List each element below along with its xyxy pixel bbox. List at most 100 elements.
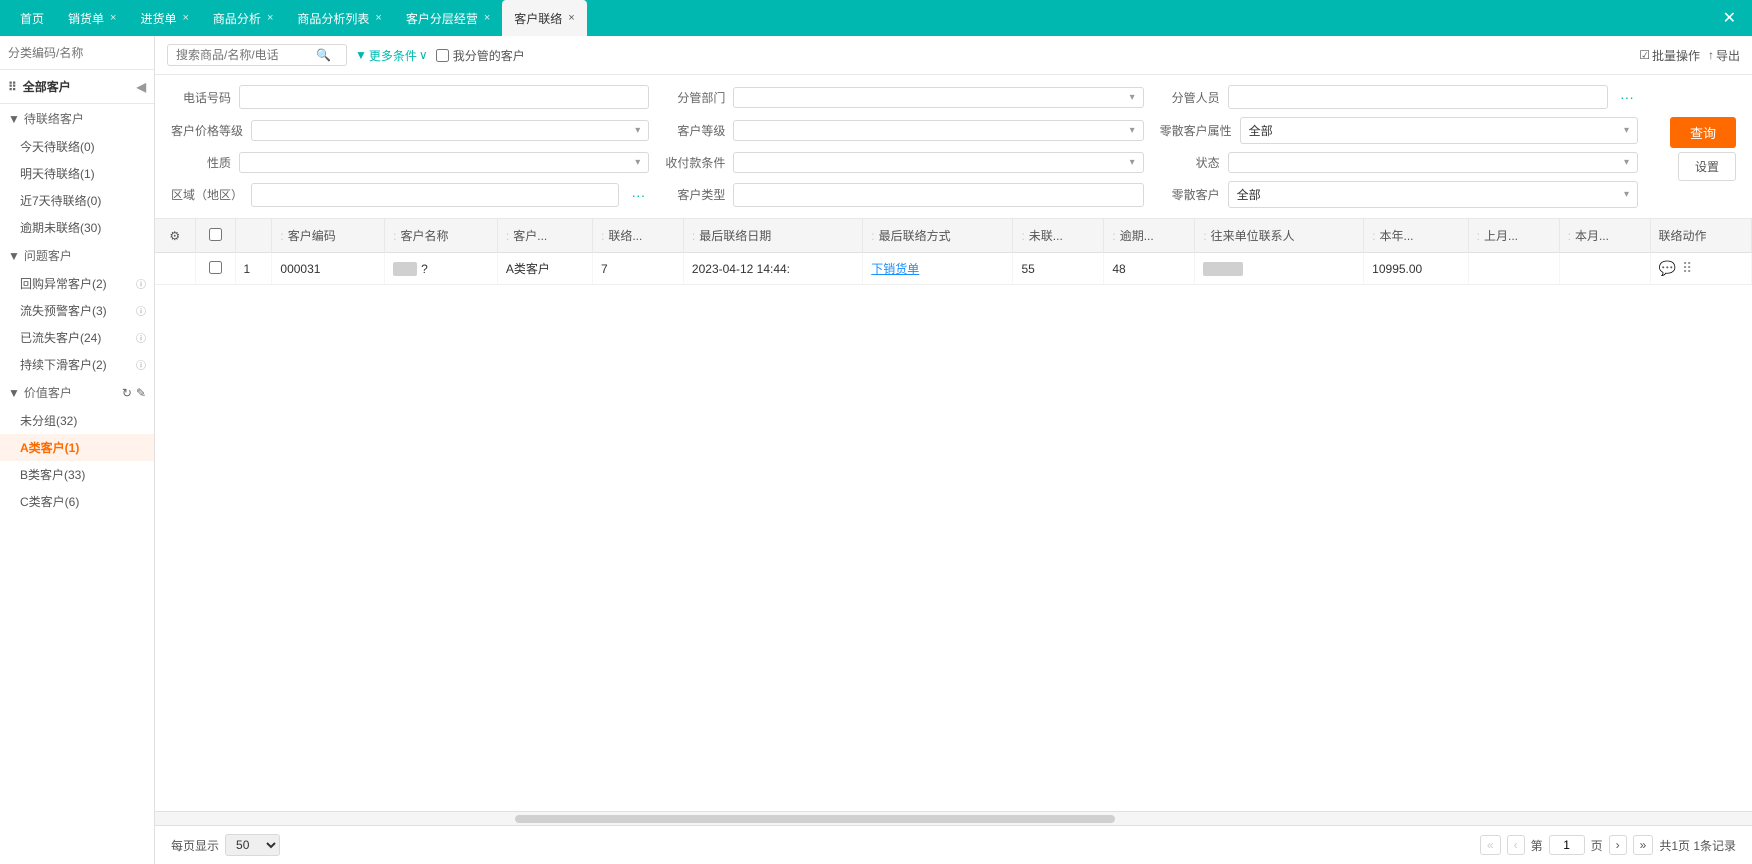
scatter-attr-select[interactable]: 全部 ▾	[1240, 117, 1638, 144]
grid-icon: ⠿	[8, 80, 17, 94]
my-customer-checkbox[interactable]	[436, 49, 449, 62]
sidebar-item-declining[interactable]: 持续下滑客户(2) ⓘ	[0, 351, 154, 378]
sidebar: 🔍 ⠿ 全部客户 ◀ ▼ 待联络客户 今天待联络(0) 明天待联络(1) 近7天…	[0, 36, 155, 864]
last-page-btn[interactable]: »	[1633, 835, 1654, 855]
filter-bar: 🔍 ▼ 更多条件 ∨ 我分管的客户 ☑ 批量操作 ↑ 导出	[155, 36, 1752, 75]
close-customer-contact-tab[interactable]: ×	[568, 12, 574, 24]
person-more-btn[interactable]: ···	[1616, 89, 1638, 105]
sidebar-group-value[interactable]: ▼ 价值客户 ↻ ✎	[0, 378, 154, 407]
sidebar-item-churn-warning[interactable]: 流失预警客户(3) ⓘ	[0, 297, 154, 324]
customer-level-label: 客户等级	[665, 122, 725, 139]
customer-level-select[interactable]: ▾	[733, 120, 1143, 141]
prev-page-btn[interactable]: ‹	[1507, 835, 1525, 855]
filter-cell-scatter-attr: 零散客户属性 全部 ▾	[1160, 117, 1654, 144]
phone-input[interactable]	[239, 85, 649, 109]
sidebar-search-input[interactable]	[8, 46, 155, 60]
filter-cell-nature: 性质 ▾	[171, 152, 665, 173]
sidebar-item-today[interactable]: 今天待联络(0)	[0, 133, 154, 160]
scatter-select[interactable]: 全部 ▾	[1228, 181, 1638, 208]
chat-icon[interactable]: 💬	[1659, 260, 1676, 277]
td-unit-contact	[1195, 253, 1364, 285]
status-select[interactable]: ▾	[1228, 152, 1638, 173]
person-input[interactable]	[1228, 85, 1608, 109]
filter-cell-scatter: 零散客户 全部 ▾	[1160, 181, 1654, 208]
qr-icon[interactable]: ⠿	[1682, 260, 1692, 277]
main-layout: 🔍 ⠿ 全部客户 ◀ ▼ 待联络客户 今天待联络(0) 明天待联络(1) 近7天…	[0, 36, 1752, 864]
main-search-box: 🔍	[167, 44, 347, 66]
refresh-icon[interactable]: ↻	[122, 386, 132, 400]
filter-icon: ▼	[355, 48, 367, 62]
sidebar-item-churned[interactable]: 已流失客户(24) ⓘ	[0, 324, 154, 351]
dept-select[interactable]: ▾	[733, 87, 1143, 108]
sidebar-item-overdue[interactable]: 逾期未联络(30)	[0, 214, 154, 241]
sidebar-item-repurchase-anomaly[interactable]: 回购异常客户(2) ⓘ	[0, 270, 154, 297]
filter-cell-price-level: 客户价格等级 ▾	[171, 120, 665, 141]
arrow-down-icon-3: ▼	[8, 386, 20, 400]
row-action-icons: 💬 ⠿	[1659, 260, 1743, 277]
sidebar-item-c-class[interactable]: C类客户(6)	[0, 488, 154, 515]
page-size-select[interactable]: 50 100 200	[225, 834, 280, 856]
payment-arrow: ▾	[1130, 157, 1135, 168]
status-label: 状态	[1160, 154, 1220, 171]
sidebar-item-tomorrow[interactable]: 明天待联络(1)	[0, 160, 154, 187]
select-all-checkbox[interactable]	[209, 228, 222, 241]
sidebar-item-b-class[interactable]: B类客户(33)	[0, 461, 154, 488]
close-purchase-tab[interactable]: ×	[182, 12, 188, 24]
page-number-input[interactable]	[1549, 835, 1585, 855]
first-page-btn[interactable]: «	[1480, 835, 1501, 855]
th-this-year: 本年...	[1364, 219, 1469, 253]
close-sales-tab[interactable]: ×	[110, 12, 116, 24]
nav-tab-customer-contact[interactable]: 客户联络 ×	[502, 0, 586, 36]
main-search-input[interactable]	[176, 48, 316, 62]
nav-tab-home[interactable]: 首页	[8, 0, 56, 36]
price-level-select[interactable]: ▾	[251, 120, 649, 141]
th-settings[interactable]: ⚙	[155, 219, 195, 253]
nav-tab-sales[interactable]: 销货单 ×	[56, 0, 128, 36]
nav-tab-product-list[interactable]: 商品分析列表 ×	[285, 0, 393, 36]
row-checkbox[interactable]	[209, 261, 222, 274]
main-search-icon[interactable]: 🔍	[316, 48, 331, 62]
td-checkbox	[195, 253, 235, 285]
export-btn[interactable]: ↑ 导出	[1708, 47, 1740, 64]
th-last-method: 最后联络方式	[863, 219, 1013, 253]
all-customers-item[interactable]: ⠿ 全部客户 ◀	[0, 70, 154, 104]
edit-icon[interactable]: ✎	[136, 386, 146, 400]
close-all-tabs[interactable]: ✕	[1715, 8, 1744, 28]
sidebar-item-a-class[interactable]: A类客户(1)	[0, 434, 154, 461]
settings-button[interactable]: 设置	[1678, 152, 1736, 181]
last-method-link[interactable]: 下销货单	[871, 262, 919, 276]
query-button[interactable]: 查询	[1670, 117, 1736, 148]
nature-label: 性质	[171, 154, 231, 171]
info-icon-2: ⓘ	[136, 303, 146, 318]
th-type: 客户...	[497, 219, 592, 253]
close-product-list-tab[interactable]: ×	[375, 12, 381, 24]
batch-operation-btn[interactable]: ☑ 批量操作	[1639, 47, 1700, 64]
horizontal-scrollbar[interactable]	[515, 815, 1115, 823]
th-uncontacted: 未联...	[1013, 219, 1104, 253]
filter-row-1: 电话号码 分管部门 ▾ 分管人员	[171, 85, 1654, 109]
customer-type-input[interactable]	[733, 183, 1143, 207]
more-filter-btn[interactable]: ▼ 更多条件 ∨	[355, 47, 428, 64]
nature-select[interactable]: ▾	[239, 152, 649, 173]
sidebar-group-problem[interactable]: ▼ 问题客户	[0, 241, 154, 270]
sidebar-group-pending[interactable]: ▼ 待联络客户	[0, 104, 154, 133]
nav-tab-product-analysis[interactable]: 商品分析 ×	[201, 0, 285, 36]
close-product-tab[interactable]: ×	[267, 12, 273, 24]
next-page-btn[interactable]: ›	[1609, 835, 1627, 855]
sidebar-collapse-icon[interactable]: ◀	[137, 80, 146, 94]
region-input[interactable]	[251, 183, 619, 207]
sidebar-item-ungrouped[interactable]: 未分组(32)	[0, 407, 154, 434]
info-icon-4: ⓘ	[136, 357, 146, 372]
sidebar-item-7days[interactable]: 近7天待联络(0)	[0, 187, 154, 214]
my-customer-checkbox-label[interactable]: 我分管的客户	[436, 47, 525, 64]
customer-type-label: 客户类型	[665, 186, 725, 203]
region-more-btn[interactable]: ···	[627, 187, 649, 203]
th-this-month: 本月...	[1559, 219, 1650, 253]
payment-select[interactable]: ▾	[733, 152, 1143, 173]
nav-tab-customer-tier[interactable]: 客户分层经营 ×	[394, 0, 502, 36]
filter-actions: ☑ 批量操作 ↑ 导出	[1639, 47, 1740, 64]
close-customer-tier-tab[interactable]: ×	[484, 12, 490, 24]
checkbox-icon: ☑	[1639, 48, 1650, 62]
nav-tab-purchase[interactable]: 进货单 ×	[128, 0, 200, 36]
name-masked	[393, 262, 417, 276]
